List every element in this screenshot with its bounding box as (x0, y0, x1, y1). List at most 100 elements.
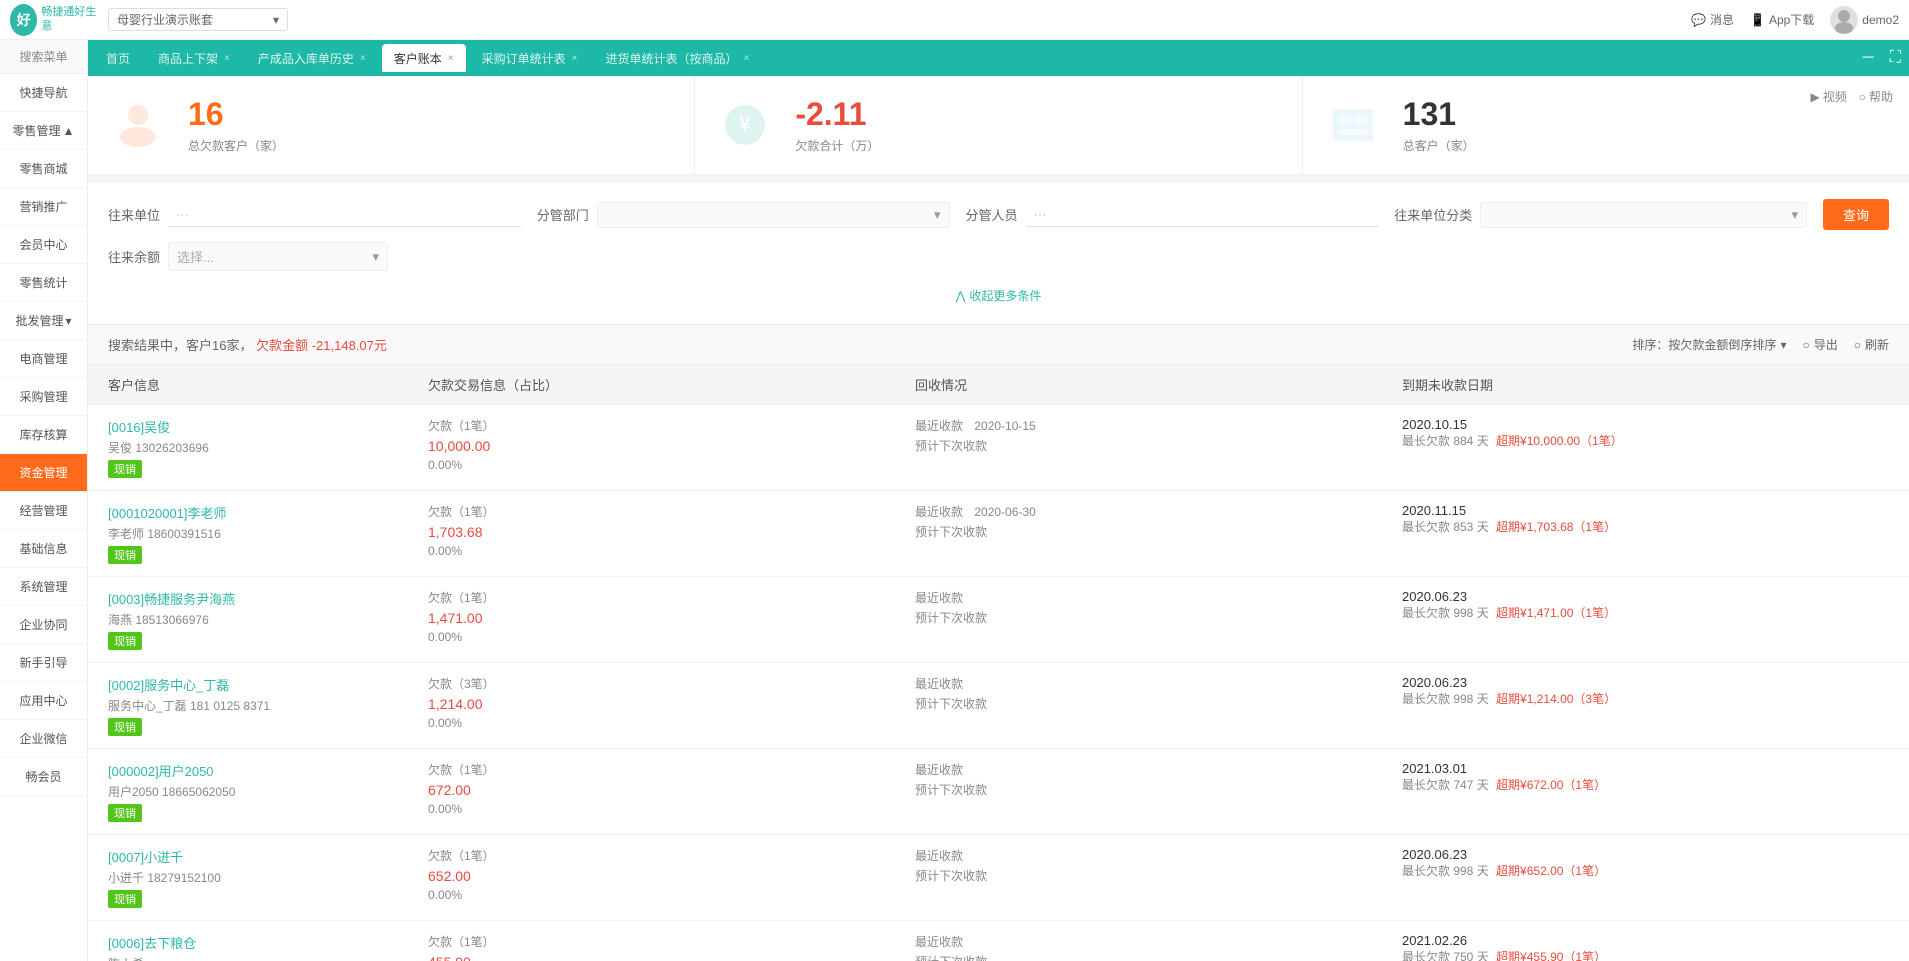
collection-info-3: 最近收款 预计下次收款 (915, 675, 1402, 712)
overdue-link-4[interactable]: 超期¥672.00（1笔） (1496, 778, 1606, 792)
filter-balance: 往来余额 选择... ▾ (108, 242, 388, 271)
sidebar-item-member[interactable]: 会员中心 (0, 226, 87, 264)
tab-product-listing[interactable]: 商品上下架 × (146, 44, 242, 72)
results-amount: 欠款金额 -21,148.07元 (256, 338, 387, 353)
customer-contact-2: 海燕 18513066976 (108, 611, 428, 628)
search-button[interactable]: 查询 (1823, 199, 1889, 230)
collapse-button[interactable]: ⋀ 收起更多条件 (108, 283, 1889, 308)
tab-product-history[interactable]: 产成品入库单历史 × (246, 44, 378, 72)
sidebar-item-wechat[interactable]: 企业微信 (0, 720, 87, 758)
export-button[interactable]: ○ 导出 (1802, 336, 1837, 353)
customer-name-2[interactable]: [0003]畅捷服务尹海燕 (108, 589, 428, 608)
sidebar-item-inventory[interactable]: 库存核算 (0, 416, 87, 454)
minimize-button[interactable]: ─ (1858, 47, 1877, 69)
overdue-link-3[interactable]: 超期¥1,214.00（3笔） (1496, 692, 1616, 706)
customer-name-0[interactable]: [0016]吴俊 (108, 417, 428, 436)
sidebar-item-basic-info[interactable]: 基础信息 (0, 530, 87, 568)
dept-input[interactable]: ▾ (597, 202, 950, 228)
sidebar-item-ecommerce[interactable]: 电商管理 (0, 340, 87, 378)
refresh-button[interactable]: ○ 刷新 (1854, 336, 1889, 353)
main-area: 首页 商品上下架 × 产成品入库单历史 × 客户账本 × 采购订单统计表 × 进… (88, 40, 1909, 961)
user-menu[interactable]: demo2 (1830, 6, 1899, 34)
table-row: [0003]畅捷服务尹海燕 海燕 18513066976 现销 欠款（1笔） 1… (88, 577, 1909, 663)
tab-home[interactable]: 首页 (94, 44, 142, 72)
overdue-link-5[interactable]: 超期¥652.00（1笔） (1496, 864, 1606, 878)
video-link[interactable]: ▶ 视频 (1810, 88, 1846, 105)
due-date-info-6: 2021.02.26 最长欠款 750 天 超期¥455.90（1笔） (1402, 933, 1889, 961)
person-input[interactable]: ··· (1026, 203, 1379, 227)
sidebar-item-wholesale[interactable]: 批发管理 ▾ (0, 302, 87, 340)
topbar: 好 畅捷通好生意 母婴行业演示账套 ▾ 💬 消息 📱 App下载 demo2 (0, 0, 1909, 40)
balance-select[interactable]: 选择... ▾ (168, 242, 388, 271)
app-download-button[interactable]: 📱 App下载 (1750, 11, 1814, 28)
sidebar-item-purchase[interactable]: 采购管理 (0, 378, 87, 416)
customer-tag-4: 现销 (108, 804, 142, 822)
due-date-info-1: 2020.11.15 最长欠款 853 天 超期¥1,703.68（1笔） (1402, 503, 1889, 535)
table-row: [0002]服务中心_丁磊 服务中心_丁磊 181 0125 8371 现销 欠… (88, 663, 1909, 749)
avatar (1830, 6, 1858, 34)
customer-tag-0: 现销 (108, 460, 142, 478)
collection-info-0: 最近收款 2020-10-15 预计下次收款 (915, 417, 1402, 454)
customer-name-1[interactable]: [0001020001]李老师 (108, 503, 428, 522)
customer-name-5[interactable]: [0007]小迸千 (108, 847, 428, 866)
tab-close-product[interactable]: × (224, 53, 230, 64)
refresh-icon: ○ (1854, 338, 1861, 352)
person-label: 分管人员 (966, 205, 1018, 224)
overdue-link-1[interactable]: 超期¥1,703.68（1笔） (1496, 520, 1616, 534)
help-link[interactable]: ○ 帮助 (1859, 88, 1893, 105)
sidebar-item-system[interactable]: 系统管理 (0, 568, 87, 606)
filter-person: 分管人员 ··· (966, 203, 1379, 227)
unit-class-input[interactable]: ▾ (1480, 202, 1807, 228)
video-icon: ▶ (1810, 90, 1819, 104)
customer-tag-2: 现销 (108, 632, 142, 650)
sidebar-item-retail-mgmt[interactable]: 零售管理 ▲ (0, 112, 87, 150)
topbar-right: 💬 消息 📱 App下载 demo2 (1691, 6, 1899, 34)
overdue-link-2[interactable]: 超期¥1,471.00（1笔） (1496, 606, 1616, 620)
tab-purchase-product[interactable]: 进货单统计表（按商品） × (593, 44, 761, 72)
sidebar-item-retail-stats[interactable]: 零售统计 (0, 264, 87, 302)
customer-name-3[interactable]: [0002]服务中心_丁磊 (108, 675, 428, 694)
sidebar-item-quick-nav[interactable]: 快捷导航 (0, 74, 87, 112)
chevron-icon: ▲ (63, 124, 75, 138)
customer-name-6[interactable]: [0006]去下粮仓 (108, 933, 428, 952)
tab-close-history[interactable]: × (360, 53, 366, 64)
tab-close-purchase2[interactable]: × (743, 53, 749, 64)
logo-text: 畅捷通好生意 (41, 6, 98, 32)
stat-icon-debt: ¥ (715, 95, 775, 155)
customer-name-4[interactable]: [000002]用户2050 (108, 761, 428, 780)
table-row: [0007]小迸千 小迸千 18279152100 现销 欠款（1笔） 652.… (88, 835, 1909, 921)
sidebar-item-enterprise[interactable]: 企业协同 (0, 606, 87, 644)
tab-customer-account[interactable]: 客户账本 × (382, 44, 466, 72)
sidebar-item-marketing[interactable]: 营销推广 (0, 188, 87, 226)
tab-close-account[interactable]: × (448, 53, 454, 64)
message-button[interactable]: 💬 消息 (1691, 11, 1734, 28)
source-unit-input[interactable]: ··· (168, 203, 521, 227)
sidebar-item-app-center[interactable]: 应用中心 (0, 682, 87, 720)
customer-info-2: [0003]畅捷服务尹海燕 海燕 18513066976 现销 (108, 589, 428, 650)
overdue-link-0[interactable]: 超期¥10,000.00（1笔） (1496, 434, 1623, 448)
chevron-down-icon4: ▾ (1780, 338, 1786, 352)
logo-icon: 好 (10, 4, 37, 36)
sidebar-item-retail-mall[interactable]: 零售商城 (0, 150, 87, 188)
filter-source-unit: 往来单位 ··· (108, 203, 521, 227)
sort-select[interactable]: 排序：按欠款金额倒序排序 ▾ (1632, 336, 1786, 353)
stat-value-total: 131 (1403, 96, 1475, 133)
sidebar-item-finance[interactable]: 资金管理 (0, 454, 87, 492)
tab-purchase-stats[interactable]: 采购订单统计表 × (470, 44, 590, 72)
collection-info-6: 最近收款 预计下次收款 (915, 933, 1402, 961)
overdue-link-6[interactable]: 超期¥455.90（1笔） (1496, 950, 1606, 961)
sidebar-item-member2[interactable]: 畅会员 (0, 758, 87, 796)
customer-contact-1: 李老师 18600391516 (108, 525, 428, 542)
results-summary: 搜索结果中，客户16家 (108, 338, 239, 353)
sidebar-search[interactable]: 搜索菜单 (0, 40, 87, 74)
stat-card-total-customers: 131 总客户（家） ▶ 视频 ○ 帮助 (1303, 76, 1909, 174)
tab-close-purchase[interactable]: × (572, 53, 578, 64)
company-selector[interactable]: 母婴行业演示账套 ▾ (108, 8, 288, 31)
sidebar-item-beginner[interactable]: 新手引导 (0, 644, 87, 682)
debt-info-3: 欠款（3笔） 1,214.00 0.00% (428, 675, 915, 730)
results-info: 搜索结果中，客户16家， 欠款金额 -21,148.07元 (108, 335, 387, 354)
maximize-button[interactable]: ⛶ (1886, 47, 1905, 69)
results-bar: 搜索结果中，客户16家， 欠款金额 -21,148.07元 排序：按欠款金额倒序… (88, 324, 1909, 365)
customer-info-1: [0001020001]李老师 李老师 18600391516 现销 (108, 503, 428, 564)
sidebar-item-operations[interactable]: 经营管理 (0, 492, 87, 530)
